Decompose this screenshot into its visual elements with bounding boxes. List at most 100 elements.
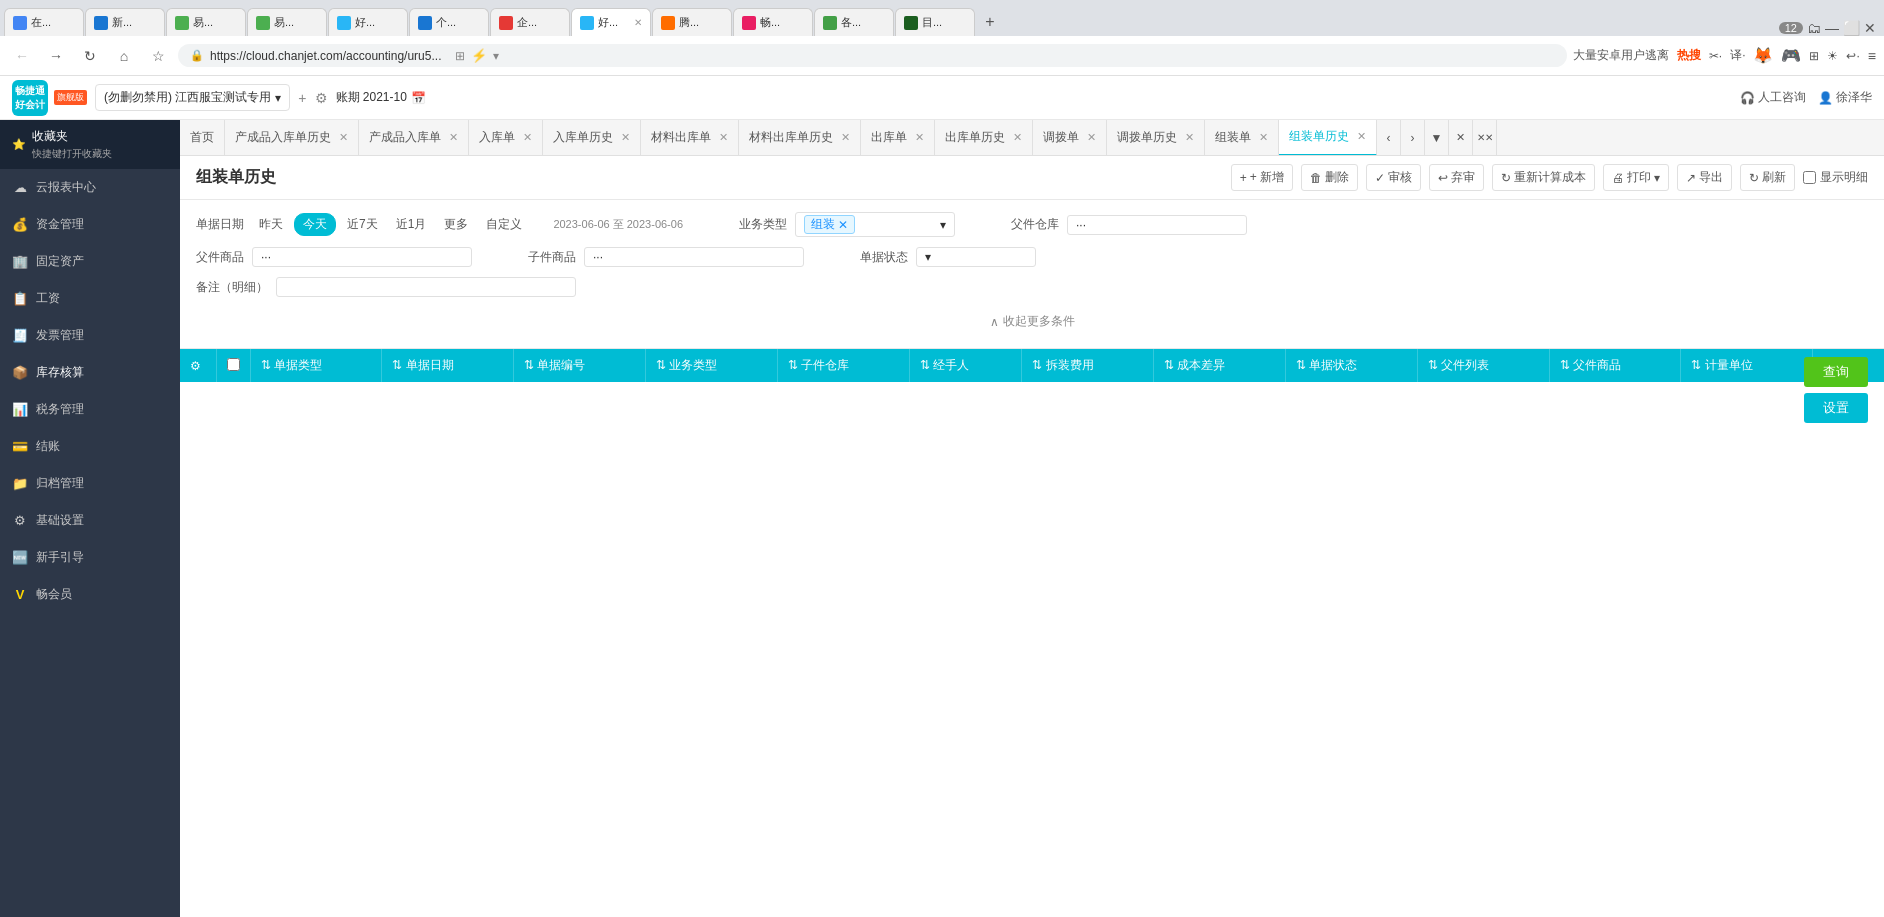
content-tab-out-order[interactable]: 出库单 ✕	[861, 120, 935, 156]
cut-icon[interactable]: ✂·	[1709, 49, 1722, 63]
browser-tab-1[interactable]: 在...	[4, 8, 84, 36]
content-tab-in-order[interactable]: 入库单 ✕	[469, 120, 543, 156]
close-out-hist-icon[interactable]: ✕	[1013, 131, 1022, 144]
menu-icon[interactable]: ≡	[1868, 48, 1876, 64]
home-button[interactable]: ⌂	[110, 42, 138, 70]
close-current-tab-button[interactable]: ✕	[1449, 120, 1473, 156]
close-material-out-icon[interactable]: ✕	[719, 131, 728, 144]
browser-tab-10[interactable]: 畅...	[733, 8, 813, 36]
th-disassembly-fee[interactable]: ⇅ 拆装费用	[1022, 349, 1154, 382]
content-tab-in-hist[interactable]: 入库单历史 ✕	[543, 120, 641, 156]
sidebar-item-inventory[interactable]: 📦 库存核算	[0, 354, 180, 391]
back-button[interactable]: ←	[8, 42, 36, 70]
parent-warehouse-input[interactable]: ···	[1067, 215, 1247, 235]
sidebar-item-finance[interactable]: 💰 资金管理	[0, 206, 180, 243]
sidebar-item-guide[interactable]: 🆕 新手引导	[0, 539, 180, 576]
delete-button[interactable]: 🗑 删除	[1301, 164, 1358, 191]
th-order-no[interactable]: ⇅ 单据编号	[514, 349, 646, 382]
query-button[interactable]: 查询	[1804, 357, 1868, 387]
close-transfer-icon[interactable]: ✕	[1087, 131, 1096, 144]
tab-nav-right-button[interactable]: ›	[1401, 120, 1425, 156]
app-grid-icon[interactable]: ⊞	[1809, 49, 1819, 63]
th-parent-goods[interactable]: ⇅ 父件商品	[1549, 349, 1681, 382]
sidebar-item-invoice[interactable]: 🧾 发票管理	[0, 317, 180, 354]
window-close-icon[interactable]: ✕	[1864, 20, 1876, 36]
forward-button[interactable]: →	[42, 42, 70, 70]
close-prod-in-icon[interactable]: ✕	[449, 131, 458, 144]
content-tab-home[interactable]: 首页	[180, 120, 225, 156]
select-all-checkbox[interactable]	[227, 358, 240, 371]
order-status-select[interactable]: ▾	[916, 247, 1036, 267]
calendar-icon[interactable]: 📅	[411, 91, 426, 105]
child-goods-input[interactable]: ···	[584, 247, 804, 267]
browser-tab-12[interactable]: 目...	[895, 8, 975, 36]
content-tab-material-out-hist[interactable]: 材料出库单历史 ✕	[739, 120, 861, 156]
th-handler[interactable]: ⇅ 经手人	[909, 349, 1022, 382]
parent-warehouse-more-icon[interactable]: ···	[1076, 218, 1086, 232]
browser-tab-5[interactable]: 好...	[328, 8, 408, 36]
browser-tab-4[interactable]: 易...	[247, 8, 327, 36]
brightness-icon[interactable]: ☀	[1827, 49, 1838, 63]
sidebar-item-salary[interactable]: 📋 工资	[0, 280, 180, 317]
date-btn-1month[interactable]: 近1月	[389, 213, 434, 236]
user-menu[interactable]: 👤 徐泽华	[1818, 89, 1872, 106]
refresh-button[interactable]: ↻ 刷新	[1740, 164, 1795, 191]
content-tab-assembly-hist[interactable]: 组装单历史 ✕	[1279, 120, 1377, 156]
address-bar[interactable]: 🔒 https://cloud.chanjet.com/accounting/u…	[178, 44, 1567, 67]
biz-type-tag-remove-icon[interactable]: ✕	[838, 218, 848, 232]
date-btn-custom[interactable]: 自定义	[479, 213, 529, 236]
tab-list-icon[interactable]: 🗂	[1807, 20, 1821, 36]
close-material-out-hist-icon[interactable]: ✕	[841, 131, 850, 144]
close-tab-8-icon[interactable]: ✕	[634, 17, 642, 28]
show-detail-input[interactable]	[1803, 171, 1816, 184]
browser-tab-7[interactable]: 企...	[490, 8, 570, 36]
child-goods-more-icon[interactable]: ···	[593, 250, 603, 264]
recalc-button[interactable]: ↻ 重新计算成本	[1492, 164, 1595, 191]
tab-nav-left-button[interactable]: ‹	[1377, 120, 1401, 156]
settings-header-icon[interactable]: ⚙	[315, 90, 328, 106]
close-all-tabs-button[interactable]: ✕✕	[1473, 120, 1497, 156]
close-in-hist-icon[interactable]: ✕	[621, 131, 630, 144]
new-tab-button[interactable]: +	[976, 8, 1004, 36]
period-selector[interactable]: 账期 2021-10 📅	[336, 89, 426, 106]
date-btn-today[interactable]: 今天	[294, 213, 336, 236]
notes-input[interactable]	[276, 277, 576, 297]
sidebar-item-archive[interactable]: 📁 归档管理	[0, 465, 180, 502]
sidebar-item-fixed[interactable]: 🏢 固定资产	[0, 243, 180, 280]
sidebar-bookmark-area[interactable]: ⭐ 收藏夹 快捷键打开收藏夹	[0, 120, 180, 169]
close-assembly-hist-icon[interactable]: ✕	[1357, 130, 1366, 143]
add-company-icon[interactable]: +	[298, 90, 306, 106]
close-assembly-icon[interactable]: ✕	[1259, 131, 1268, 144]
browser-tab-11[interactable]: 各...	[814, 8, 894, 36]
sidebar-item-tax[interactable]: 📊 税务管理	[0, 391, 180, 428]
browser-tab-8[interactable]: 好... ✕	[571, 8, 651, 36]
company-selector[interactable]: (勿删勿禁用) 江西服宝测试专用 ▾	[95, 84, 290, 111]
date-btn-yesterday[interactable]: 昨天	[252, 213, 290, 236]
content-tab-prod-in-hist[interactable]: 产成品入库单历史 ✕	[225, 120, 359, 156]
refresh-browser-button[interactable]: ↻	[76, 42, 104, 70]
th-cost-diff[interactable]: ⇅ 成本差异	[1154, 349, 1286, 382]
th-child-warehouse[interactable]: ⇅ 子件仓库	[777, 349, 909, 382]
sidebar-item-report[interactable]: ☁ 云报表中心	[0, 169, 180, 206]
undo-icon[interactable]: ↩·	[1846, 49, 1859, 63]
print-button[interactable]: 🖨 打印 ▾	[1603, 164, 1669, 191]
content-tab-out-hist[interactable]: 出库单历史 ✕	[935, 120, 1033, 156]
th-biz-type[interactable]: ⇅ 业务类型	[645, 349, 777, 382]
content-tab-prod-in[interactable]: 产成品入库单 ✕	[359, 120, 469, 156]
th-order-date[interactable]: ⇅ 单据日期	[382, 349, 514, 382]
sidebar-item-settle[interactable]: 💳 结账	[0, 428, 180, 465]
th-order-status[interactable]: ⇅ 单据状态	[1285, 349, 1417, 382]
bookmark-button[interactable]: ☆	[144, 42, 172, 70]
biz-type-select[interactable]: 组装 ✕ ▾	[795, 212, 955, 237]
content-tab-transfer[interactable]: 调拨单 ✕	[1033, 120, 1107, 156]
close-out-order-icon[interactable]: ✕	[915, 131, 924, 144]
close-transfer-hist-icon[interactable]: ✕	[1185, 131, 1194, 144]
collapse-bar[interactable]: ∧ 收起更多条件	[196, 307, 1868, 336]
show-detail-checkbox[interactable]: 显示明细	[1803, 169, 1868, 186]
add-button[interactable]: + + 新增	[1231, 164, 1293, 191]
close-in-order-icon[interactable]: ✕	[523, 131, 532, 144]
date-btn-more[interactable]: 更多	[437, 213, 475, 236]
abandon-button[interactable]: ↩ 弃审	[1429, 164, 1484, 191]
content-tab-material-out[interactable]: 材料出库单 ✕	[641, 120, 739, 156]
content-tab-transfer-hist[interactable]: 调拨单历史 ✕	[1107, 120, 1205, 156]
